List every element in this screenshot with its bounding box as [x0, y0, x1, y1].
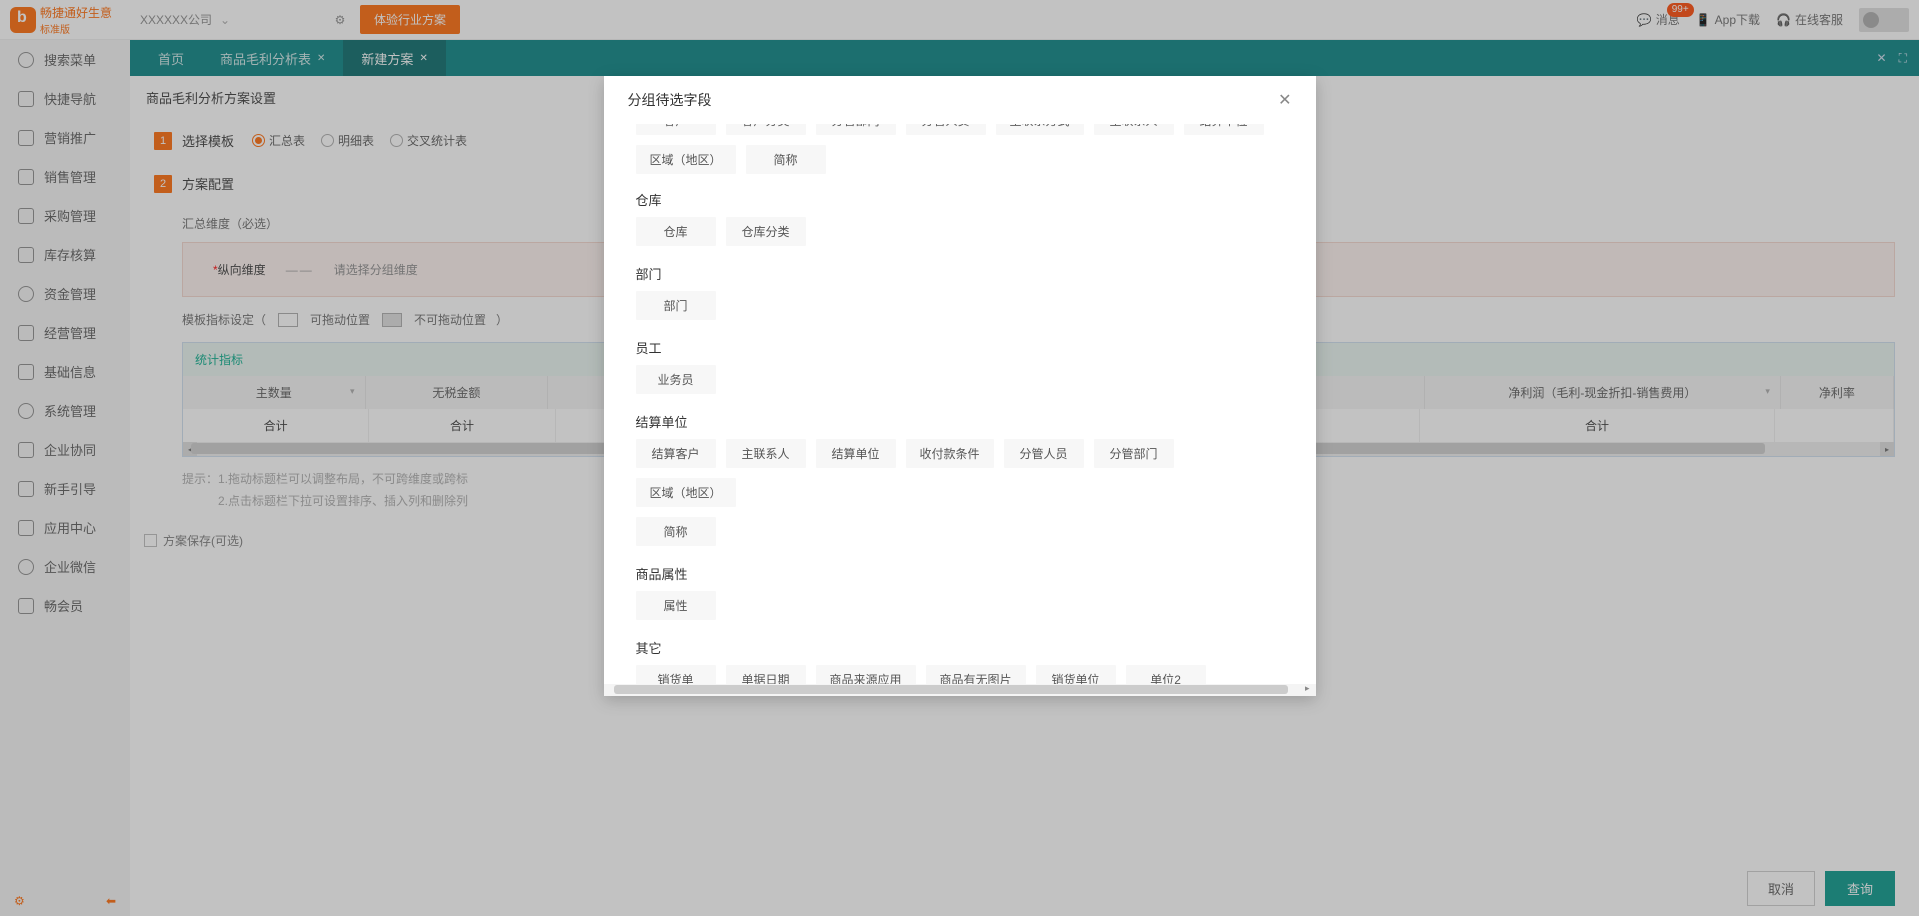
group-title-settle: 结算单位 [636, 402, 1284, 439]
field-chip[interactable]: 属性 [636, 591, 716, 620]
modal-title: 分组待选字段 [628, 90, 712, 110]
field-chip[interactable]: 收付款条件 [906, 439, 994, 468]
field-chip[interactable]: 分管人员 [1004, 439, 1084, 468]
field-chip[interactable]: 单位2 [1126, 665, 1206, 684]
field-chip[interactable]: 单据日期 [726, 665, 806, 684]
field-chip[interactable]: 销货单 [636, 665, 716, 684]
field-chip[interactable]: 区域（地区） [636, 478, 736, 507]
field-chip[interactable]: 主联系人 [726, 439, 806, 468]
modal-body[interactable]: 客户 客户分类 分管部门 分管人员 主联系方式 主联系人 结算单位 区域（地区）… [604, 124, 1316, 684]
field-chip[interactable]: 业务员 [636, 365, 716, 394]
field-chip[interactable]: 区域（地区） [636, 145, 736, 174]
group-title-attr: 商品属性 [636, 554, 1284, 591]
field-chip[interactable]: 结算客户 [636, 439, 716, 468]
field-chip[interactable]: 结算单位 [1184, 124, 1264, 135]
field-chip[interactable]: 结算单位 [816, 439, 896, 468]
field-chip[interactable]: 分管部门 [1094, 439, 1174, 468]
field-chip[interactable]: 简称 [746, 145, 826, 174]
field-chip[interactable]: 仓库分类 [726, 217, 806, 246]
group-title-other: 其它 [636, 628, 1284, 665]
field-chip[interactable]: 分管人员 [906, 124, 986, 135]
group-title-dept: 部门 [636, 254, 1284, 291]
scroll-thumb[interactable] [614, 685, 1288, 694]
field-chip[interactable]: 客户 [636, 124, 716, 135]
group-field-modal: 分组待选字段 ✕ 客户 客户分类 分管部门 分管人员 主联系方式 主联系人 结算… [604, 76, 1316, 696]
field-chip[interactable]: 仓库 [636, 217, 716, 246]
field-chip[interactable]: 主联系人 [1094, 124, 1174, 135]
field-chip[interactable]: 商品有无图片 [926, 665, 1026, 684]
modal-horizontal-scrollbar[interactable]: ▸ [604, 684, 1316, 696]
close-icon[interactable]: ✕ [1278, 90, 1291, 110]
modal-overlay[interactable]: 分组待选字段 ✕ 客户 客户分类 分管部门 分管人员 主联系方式 主联系人 结算… [0, 0, 1919, 916]
field-chip[interactable]: 销货单位 [1036, 665, 1116, 684]
field-chip[interactable]: 简称 [636, 517, 716, 546]
scroll-right-icon[interactable]: ▸ [1305, 683, 1310, 694]
group-title-staff: 员工 [636, 328, 1284, 365]
field-chip[interactable]: 主联系方式 [996, 124, 1084, 135]
group-title-warehouse: 仓库 [636, 180, 1284, 217]
field-chip[interactable]: 部门 [636, 291, 716, 320]
field-chip[interactable]: 客户分类 [726, 124, 806, 135]
field-chip[interactable]: 分管部门 [816, 124, 896, 135]
field-chip[interactable]: 商品来源应用 [816, 665, 916, 684]
